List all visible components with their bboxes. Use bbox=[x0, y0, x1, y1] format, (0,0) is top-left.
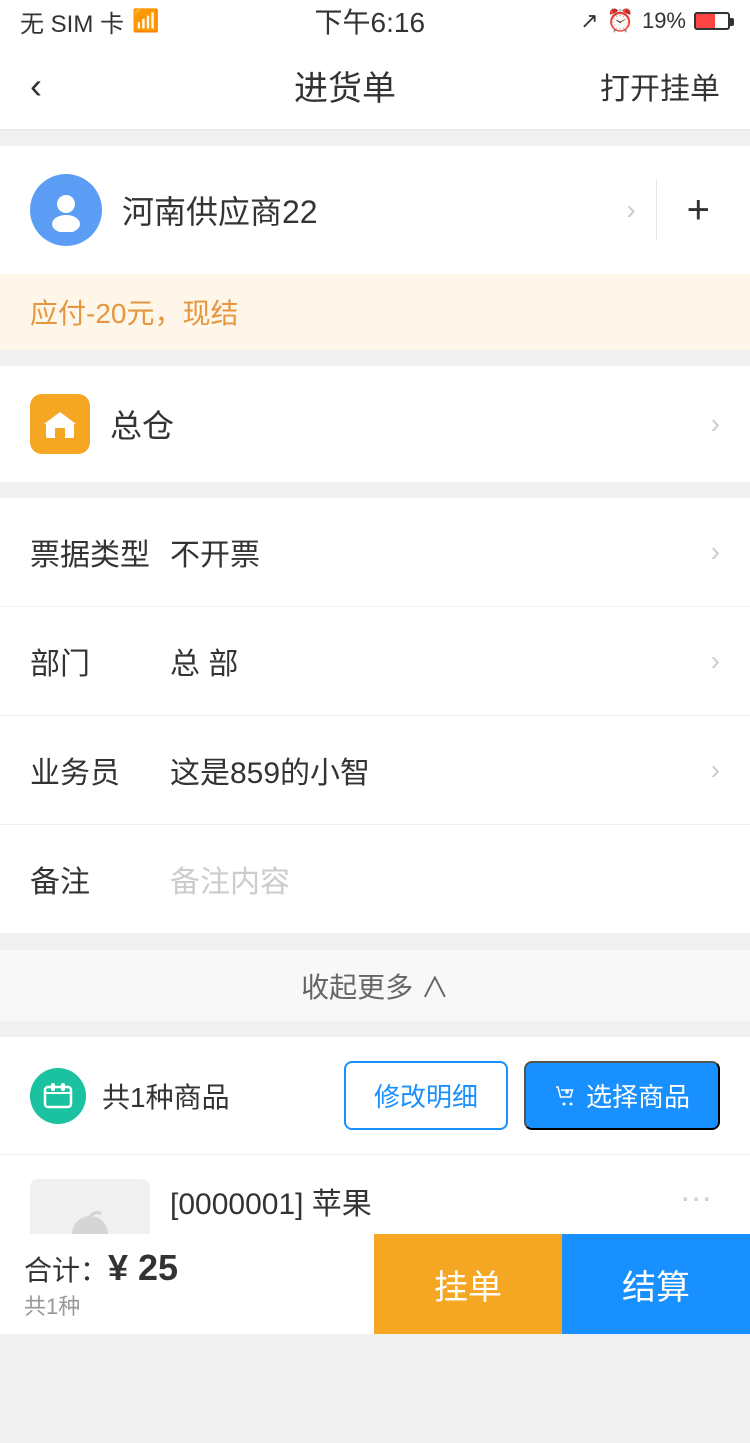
remark-row[interactable]: 备注 备注内容 bbox=[0, 825, 750, 933]
supplier-card: 河南供应商22 › + 应付-20元，现结 bbox=[0, 146, 750, 350]
wifi-icon: 📶 bbox=[132, 8, 159, 34]
checkout-label: 结算 bbox=[622, 1260, 690, 1309]
bottom-total: 合计： ¥ 25 共1种 bbox=[0, 1234, 374, 1334]
nav-bar: ‹ 进货单 打开挂单 bbox=[0, 42, 750, 130]
total-amount: ¥ 25 bbox=[108, 1247, 178, 1289]
salesman-label: 业务员 bbox=[30, 748, 150, 792]
invoice-type-value: 不开票 bbox=[150, 530, 711, 574]
product-menu-button[interactable]: ··· bbox=[672, 1179, 720, 1216]
warehouse-name: 总仓 bbox=[110, 401, 711, 447]
invoice-type-row[interactable]: 票据类型 不开票 › bbox=[0, 498, 750, 607]
select-product-button[interactable]: 选择商品 bbox=[524, 1061, 720, 1130]
product-icon bbox=[30, 1068, 86, 1124]
warehouse-card[interactable]: 总仓 › bbox=[0, 366, 750, 482]
battery-percent: 19% bbox=[642, 8, 686, 34]
remark-input[interactable]: 备注内容 bbox=[150, 857, 720, 901]
warehouse-icon bbox=[30, 394, 90, 454]
bottom-bar: 合计： ¥ 25 共1种 挂单 结算 bbox=[0, 1234, 750, 1334]
chevron-right-icon: › bbox=[711, 408, 720, 440]
status-right: ↗ ⏰ 19% bbox=[580, 8, 730, 34]
chevron-right-icon: › bbox=[711, 536, 720, 568]
product-header: 共1种商品 修改明细 选择商品 bbox=[0, 1037, 750, 1155]
total-count: 共1种 bbox=[24, 1289, 350, 1321]
salesman-value: 这是859的小智 bbox=[150, 748, 711, 792]
department-row[interactable]: 部门 总 部 › bbox=[0, 607, 750, 716]
product-count: 共1种商品 bbox=[102, 1076, 344, 1116]
product-code: [0000001] 苹果 bbox=[170, 1188, 372, 1221]
form-card: 票据类型 不开票 › 部门 总 部 › 业务员 这是859的小智 › 备注 备注… bbox=[0, 498, 750, 933]
chevron-right-icon: › bbox=[626, 194, 635, 226]
checkout-button[interactable]: 结算 bbox=[562, 1234, 750, 1334]
supplier-row[interactable]: 河南供应商22 › + bbox=[0, 146, 750, 274]
shopping-cart-icon bbox=[554, 1084, 578, 1108]
status-left: 无 SIM 卡 📶 bbox=[20, 4, 159, 39]
notice-bar: 应付-20元，现结 bbox=[0, 274, 750, 350]
department-value: 总 部 bbox=[150, 639, 711, 683]
remark-label: 备注 bbox=[30, 857, 150, 901]
supplier-avatar bbox=[30, 174, 102, 246]
chevron-right-icon: › bbox=[711, 754, 720, 786]
product-name: [0000001] 苹果 bbox=[170, 1179, 672, 1223]
salesman-row[interactable]: 业务员 这是859的小智 › bbox=[0, 716, 750, 825]
battery-icon bbox=[694, 12, 730, 30]
carrier-text: 无 SIM 卡 bbox=[20, 4, 124, 39]
hang-button[interactable]: 挂单 bbox=[374, 1234, 562, 1334]
chevron-right-icon: › bbox=[711, 645, 720, 677]
page-title: 进货单 bbox=[294, 61, 396, 110]
hang-label: 挂单 bbox=[434, 1260, 502, 1309]
divider bbox=[656, 180, 657, 240]
collapse-bar[interactable]: 收起更多 ∧ bbox=[0, 949, 750, 1021]
alarm-icon: ⏰ bbox=[607, 8, 634, 34]
department-label: 部门 bbox=[30, 639, 150, 683]
total-label: 合计： bbox=[24, 1249, 108, 1289]
status-time: 下午6:16 bbox=[315, 1, 426, 41]
supplier-name: 河南供应商22 bbox=[122, 187, 626, 233]
invoice-type-label: 票据类型 bbox=[30, 530, 150, 574]
back-button[interactable]: ‹ bbox=[30, 65, 90, 107]
add-supplier-button[interactable]: + bbox=[677, 188, 720, 233]
open-hang-button[interactable]: 打开挂单 bbox=[600, 64, 720, 108]
status-bar: 无 SIM 卡 📶 下午6:16 ↗ ⏰ 19% bbox=[0, 0, 750, 42]
location-icon: ↗ bbox=[580, 8, 598, 34]
select-product-label: 选择商品 bbox=[586, 1077, 690, 1114]
warehouse-row[interactable]: 总仓 › bbox=[0, 366, 750, 482]
collapse-label: 收起更多 ∧ bbox=[301, 966, 449, 1006]
edit-detail-button[interactable]: 修改明细 bbox=[344, 1061, 508, 1130]
